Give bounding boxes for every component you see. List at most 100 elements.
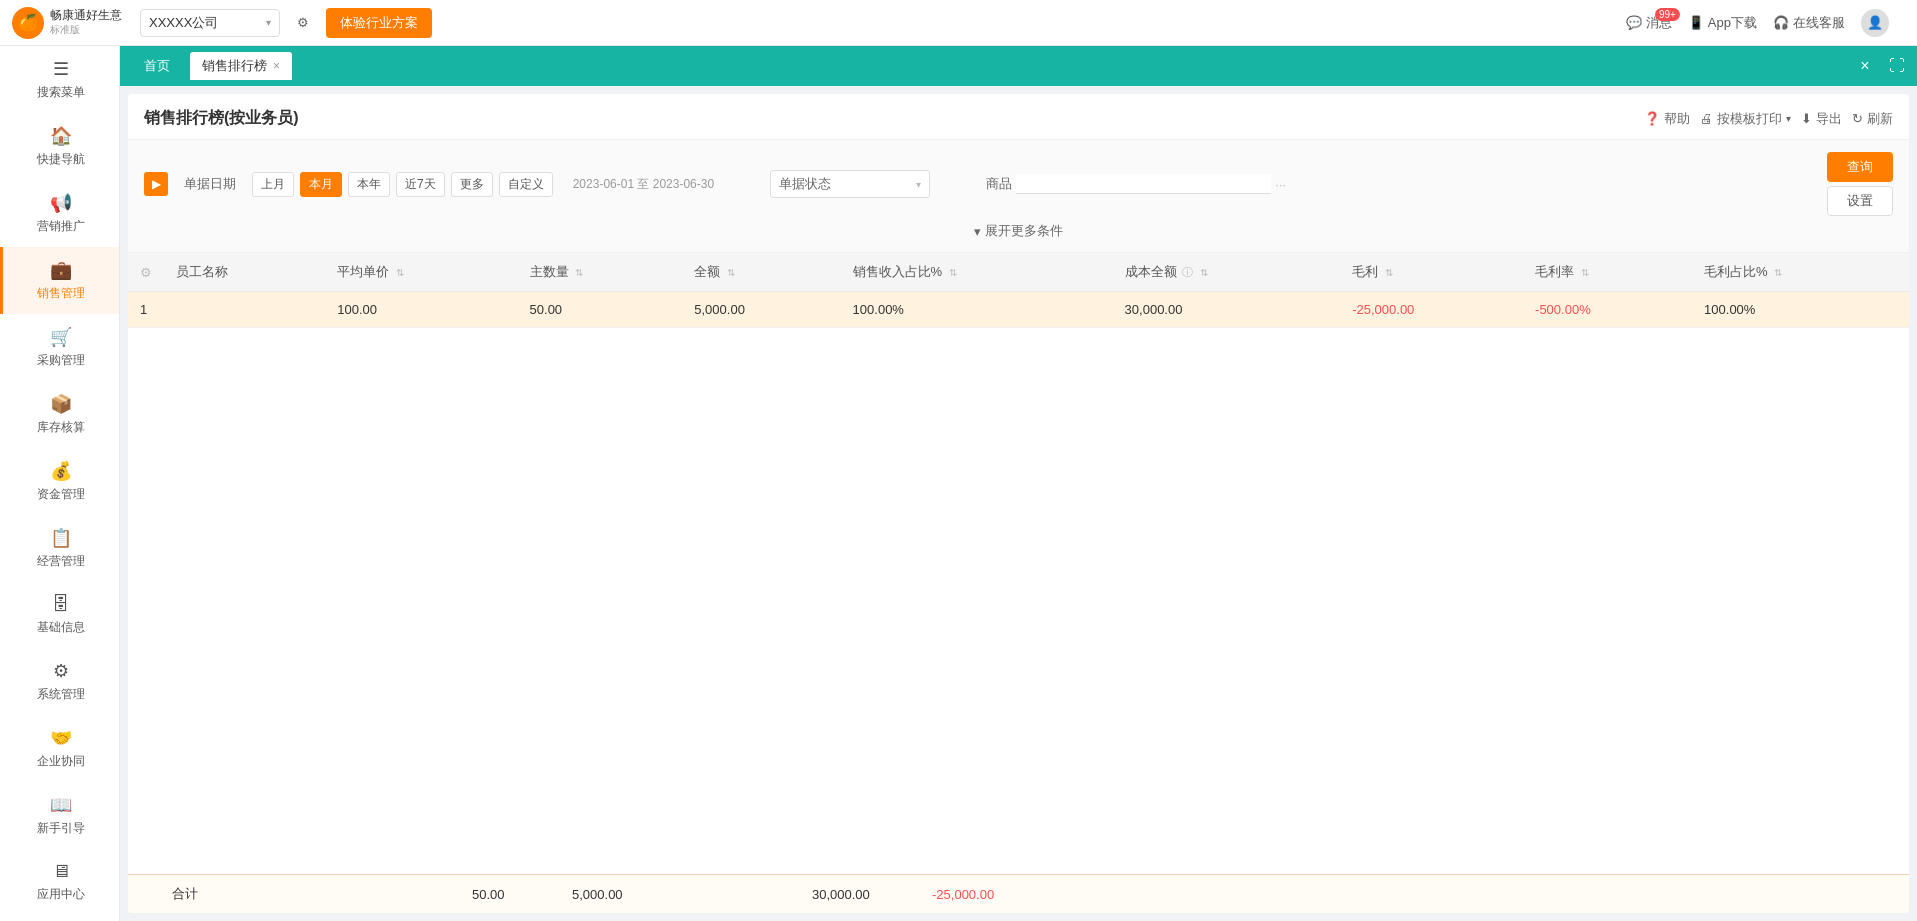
td-rank: 1: [128, 292, 164, 328]
refresh-button[interactable]: ↻ 刷新: [1852, 110, 1893, 128]
goods-filter-input[interactable]: [1016, 174, 1271, 194]
this-year-button[interactable]: 本年: [348, 172, 390, 197]
expand-filter-button[interactable]: ▶: [144, 172, 168, 196]
sidebar-item-operations[interactable]: 📋 经营管理: [0, 515, 119, 582]
th-sales-pct: 销售收入占比% ⇅: [841, 253, 1113, 292]
message-button[interactable]: 💬 消息 99+: [1626, 14, 1672, 32]
td-gross-rate: -500.00%: [1523, 292, 1692, 328]
sidebar-item-sales[interactable]: 💼 销售管理: [0, 247, 119, 314]
expand-more-button[interactable]: ▾ 展开更多条件: [144, 216, 1893, 240]
basics-icon: 🗄: [52, 594, 70, 615]
goods-filter: 商品 ···: [986, 174, 1286, 194]
filter-bar: ▶ 单据日期 上月 本月 本年 近7天 更多 自定义 2023-06-01 至 …: [128, 140, 1909, 253]
export-button[interactable]: ⬇ 导出: [1801, 110, 1842, 128]
online-service-button[interactable]: 🎧 在线客服: [1773, 14, 1845, 32]
message-badge: 99+: [1655, 8, 1680, 21]
system-icon: ⚙: [53, 660, 69, 682]
expand-more-icon: ▾: [974, 224, 981, 239]
sidebar-item-guide[interactable]: 📖 新手引导: [0, 782, 119, 849]
message-icon: 💬: [1626, 15, 1642, 30]
last-month-button[interactable]: 上月: [252, 172, 294, 197]
finance-icon: 💰: [50, 460, 72, 482]
sidebar-item-finance[interactable]: 💰 资金管理: [0, 448, 119, 515]
company-name: XXXXX公司: [149, 14, 262, 32]
status-filter[interactable]: 单据状态 ▾: [770, 170, 930, 198]
search-menu-icon: ☰: [53, 58, 69, 80]
td-gross-pct: 100.00%: [1692, 292, 1909, 328]
home-icon: 🏠: [50, 125, 72, 147]
sidebar-label-quicknav: 快捷导航: [37, 151, 85, 168]
sidebar-item-collab[interactable]: 🤝 企业协同: [0, 715, 119, 782]
status-chevron-icon: ▾: [916, 179, 921, 190]
sidebar-item-quicknav[interactable]: 🏠 快捷导航: [0, 113, 119, 180]
sidebar-item-purchase[interactable]: 🛒 采购管理: [0, 314, 119, 381]
gross-sort-icon: ⇅: [1385, 267, 1393, 278]
user-icon: 👤: [1867, 15, 1883, 30]
logo-area: 🍊 畅康通好生意 标准版: [12, 7, 132, 39]
print-icon: 🖨: [1700, 111, 1713, 126]
goods-more-icon[interactable]: ···: [1275, 177, 1286, 192]
tab-home[interactable]: 首页: [128, 46, 186, 86]
td-name: [164, 292, 325, 328]
custom-date-button[interactable]: 自定义: [499, 172, 553, 197]
trial-button[interactable]: 体验行业方案: [326, 8, 432, 38]
sidebar-label-purchase: 采购管理: [37, 352, 85, 369]
page-header: 销售排行榜(按业务员) ❓ 帮助 🖨 按模板打印 ▾ ⬇ 导出: [128, 94, 1909, 140]
sales-pct-sort-icon: ⇅: [949, 267, 957, 278]
chevron-down-icon: ▾: [266, 17, 271, 28]
company-selector[interactable]: XXXXX公司 ▾: [140, 9, 280, 37]
last7-button[interactable]: 近7天: [396, 172, 445, 197]
td-gross: -25,000.00: [1340, 292, 1523, 328]
footer-cost: 30,000.00: [812, 887, 932, 902]
tab-minimize-button[interactable]: ×: [1853, 54, 1877, 78]
td-amount: 5,000.00: [682, 292, 840, 328]
operations-icon: 📋: [50, 527, 72, 549]
sidebar-label-sales: 销售管理: [37, 285, 85, 302]
top-bar: 🍊 畅康通好生意 标准版 XXXXX公司 ▾ ⚙ 体验行业方案 💬 消息 99+…: [0, 0, 1917, 46]
qty-sort-icon: ⇅: [575, 267, 583, 278]
help-button[interactable]: ❓ 帮助: [1644, 110, 1690, 128]
amount-sort-icon: ⇅: [727, 267, 735, 278]
sidebar-label-collab: 企业协同: [37, 753, 85, 770]
date-filter-label: 单据日期: [184, 175, 236, 193]
sidebar-item-marketing[interactable]: 📢 营销推广: [0, 180, 119, 247]
sidebar-item-inventory[interactable]: 📦 库存核算: [0, 381, 119, 448]
app-download-button[interactable]: 📱 App下载: [1688, 14, 1757, 32]
tab-close-icon[interactable]: ×: [273, 59, 280, 73]
filter-settings-button[interactable]: 设置: [1827, 186, 1893, 216]
cost-info-icon: ⓘ: [1182, 266, 1193, 278]
logo-sub: 标准版: [50, 23, 122, 37]
th-gross-rate: 毛利率 ⇅: [1523, 253, 1692, 292]
td-avg-price: 100.00: [325, 292, 517, 328]
avatar[interactable]: 👤: [1861, 9, 1889, 37]
page-content: 销售排行榜(按业务员) ❓ 帮助 🖨 按模板打印 ▾ ⬇ 导出: [128, 94, 1909, 913]
footer-amount: 5,000.00: [572, 887, 692, 902]
query-button[interactable]: 查询: [1827, 152, 1893, 182]
more-date-button[interactable]: 更多: [451, 172, 493, 197]
template-print-button[interactable]: 🖨 按模板打印 ▾: [1700, 110, 1791, 128]
content-area: 首页 销售排行榜 × × ⛶ 销售排行榜(按业务员) ❓ 帮助: [120, 46, 1917, 921]
sidebar-label-finance: 资金管理: [37, 486, 85, 503]
gear-button[interactable]: ⚙: [288, 8, 318, 38]
sidebar-item-apps[interactable]: 🖥 应用中心: [0, 849, 119, 915]
footer-total-label: 合计: [172, 885, 372, 903]
sidebar-item-wechat[interactable]: 💬 企业微信: [0, 915, 119, 921]
this-month-button[interactable]: 本月: [300, 172, 342, 197]
expand-more-label: 展开更多条件: [985, 222, 1063, 240]
th-avg-price: 平均单价 ⇅: [325, 253, 517, 292]
th-gross-pct: 毛利占比% ⇅: [1692, 253, 1909, 292]
template-print-label: 按模板打印: [1717, 110, 1782, 128]
logo-text: 畅康通好生意: [50, 8, 122, 24]
tab-maximize-button[interactable]: ⛶: [1885, 54, 1909, 78]
sidebar-item-basics[interactable]: 🗄 基础信息: [0, 582, 119, 648]
sidebar-label-search: 搜索菜单: [37, 84, 85, 101]
tab-sales-ranking[interactable]: 销售排行榜 ×: [190, 52, 292, 80]
th-gross: 毛利 ⇅: [1340, 253, 1523, 292]
sidebar-item-system[interactable]: ⚙ 系统管理: [0, 648, 119, 715]
sidebar-label-marketing: 营销推广: [37, 218, 85, 235]
export-label: 导出: [1816, 110, 1842, 128]
print-chevron-icon: ▾: [1786, 113, 1791, 124]
th-amount: 全额 ⇅: [682, 253, 840, 292]
column-settings-icon[interactable]: ⚙: [140, 265, 152, 280]
sidebar-item-search[interactable]: ☰ 搜索菜单: [0, 46, 119, 113]
